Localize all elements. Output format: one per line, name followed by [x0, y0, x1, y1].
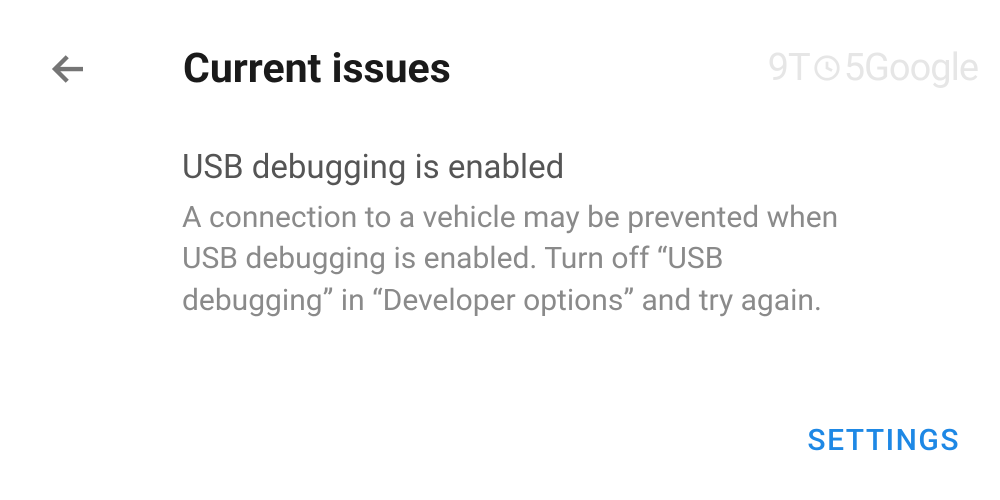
issue-description: A connection to a vehicle may be prevent… — [182, 197, 870, 321]
page-title: Current issues — [183, 45, 451, 93]
watermark-text-before: 9T — [768, 46, 810, 90]
watermark: 9T 5Google — [768, 46, 978, 90]
clock-icon — [812, 53, 842, 83]
issue-title: USB debugging is enabled — [182, 148, 870, 187]
watermark-text-after: 5Google — [844, 46, 978, 90]
actions-bar: SETTINGS — [807, 423, 960, 458]
issue-content: USB debugging is enabled A connection to… — [0, 98, 870, 321]
settings-button[interactable]: SETTINGS — [807, 423, 960, 458]
header-bar: Current issues 9T 5Google — [0, 0, 1000, 98]
arrow-left-icon — [48, 48, 90, 90]
back-button[interactable] — [40, 40, 98, 98]
